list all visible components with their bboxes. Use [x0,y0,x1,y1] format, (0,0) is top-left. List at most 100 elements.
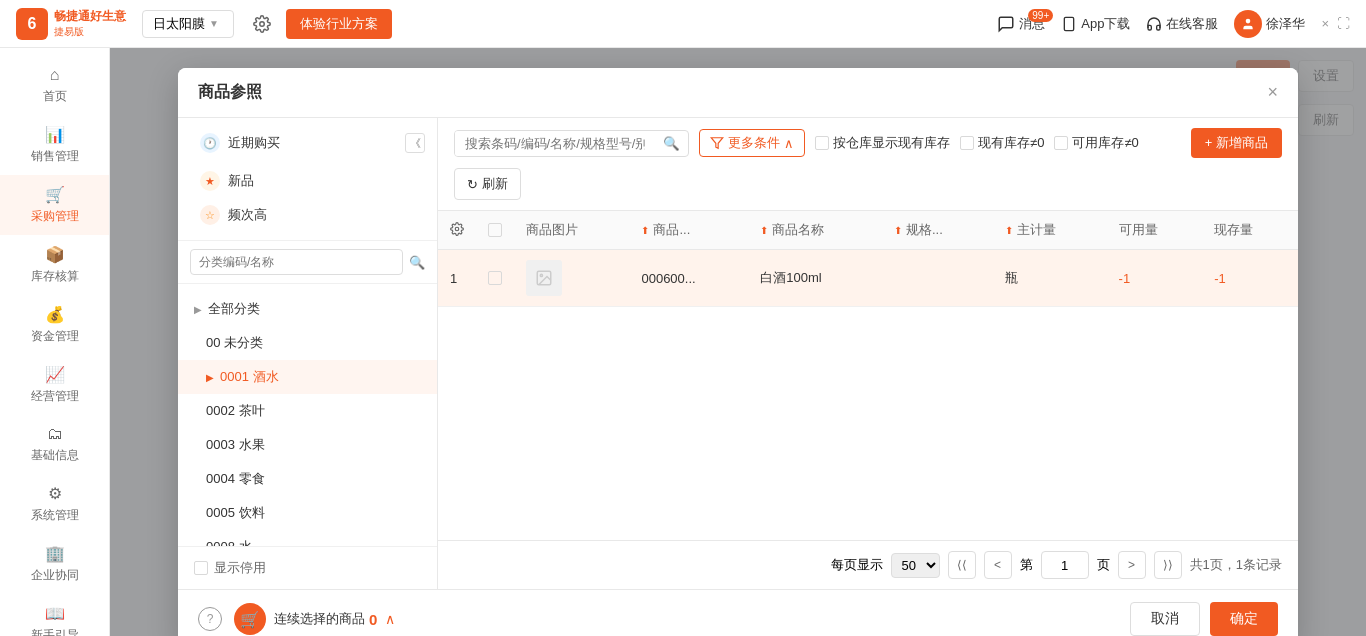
sidebar-item-basic[interactable]: 🗂 基础信息 [0,415,109,474]
product-search-btn[interactable]: 🔍 [655,131,688,156]
category-search-icon[interactable]: 🔍 [409,255,425,270]
th-settings[interactable] [438,211,476,250]
sidebar-item-guide[interactable]: 📖 新手引导 [0,594,109,636]
th-code-sortable[interactable]: ⬆ 商品... [641,221,736,239]
last-page-btn[interactable]: ⟩⟩ [1154,551,1182,579]
checkbox-avail-ne0-label[interactable]: 可用库存≠0 [1054,134,1138,152]
help-icon[interactable]: ? [198,607,222,631]
store-selector[interactable]: 日太阳膜 ▼ [142,10,234,38]
logo-text-area: 畅捷通好生意 捷易版 [54,8,126,39]
home-icon: ⌂ [50,66,60,84]
quick-label-frequent: 频次高 [228,206,267,224]
th-unit-sortable[interactable]: ⬆ 主计量 [1005,221,1095,239]
category-tree: ▶ 全部分类 00 未分类 ▶ 0001 酒水 0002 茶叶 [178,284,437,546]
frequent-icon: ☆ [200,205,220,225]
app-download-btn[interactable]: App下载 [1061,15,1130,33]
finance-icon: 💰 [45,305,65,324]
td-image [514,250,629,307]
cat-arrow-all: ▶ [194,304,202,315]
page-suffix: 页 [1097,556,1110,574]
select-all-checkbox[interactable] [488,223,502,237]
td-code: 000600... [629,250,748,307]
product-search-input[interactable] [455,131,655,156]
quick-label-recent: 近期购买 [228,134,280,152]
sidebar-item-enterprise[interactable]: 🏢 企业协同 [0,534,109,594]
cat-item-all[interactable]: ▶ 全部分类 [178,292,437,326]
pagination: 每页显示 50 ⟨⟨ < 第 页 > ⟩⟩ 共1页，1条记录 [438,540,1298,589]
th-name-sortable[interactable]: ⬆ 商品名称 [760,221,870,239]
logo-area: 6 畅捷通好生意 捷易版 [16,8,126,40]
td-name: 白酒100ml [748,250,882,307]
cat-item-water[interactable]: 0008 水 [178,530,437,546]
row-stock: -1 [1214,271,1226,286]
nav-right: 消息 99+ App下载 在线客服 徐泽华 × ⛶ [997,10,1350,38]
sidebar-item-inventory[interactable]: 📦 库存核算 [0,235,109,295]
table-row[interactable]: 1 [438,250,1298,307]
sidebar-item-sales[interactable]: 📊 销售管理 [0,115,109,175]
category-collapse-btn[interactable]: 《 [405,133,425,153]
checkbox-stock-ne0[interactable] [960,136,974,150]
add-product-btn[interactable]: + 新增商品 [1191,128,1282,158]
collapse-cart-btn[interactable]: ∧ [385,611,395,627]
refresh-btn[interactable]: ↻ 刷新 [454,168,521,200]
sidebar-item-home[interactable]: ⌂ 首页 [0,56,109,115]
sidebar-item-purchase[interactable]: 🛒 采购管理 [0,175,109,235]
sidebar-item-operations[interactable]: 📈 经营管理 [0,355,109,415]
logo-sub: 捷易版 [54,25,126,39]
user-area[interactable]: 徐泽华 [1234,10,1305,38]
cat-item-snack[interactable]: 0004 零食 [178,462,437,496]
cancel-btn[interactable]: 取消 [1130,602,1200,636]
help-label: ? [207,612,214,626]
message-btn[interactable]: 消息 99+ [997,15,1045,33]
footer-buttons: 取消 确定 [1130,602,1278,636]
cat-item-tea[interactable]: 0002 茶叶 [178,394,437,428]
page-input[interactable] [1041,551,1089,579]
app-download-label: App下载 [1081,15,1130,33]
th-unit: ⬆ 主计量 [993,211,1107,250]
cart-icon[interactable]: 🛒 [234,603,266,635]
cat-label-fruit: 0003 水果 [206,436,265,454]
checkbox-stock-ne0-label[interactable]: 现有库存≠0 [960,134,1044,152]
cat-item-liquor[interactable]: ▶ 0001 酒水 [178,360,437,394]
product-search-bar: 🔍 [454,130,689,157]
confirm-btn[interactable]: 确定 [1210,602,1278,636]
product-table-container: 商品图片 ⬆ 商品... [438,211,1298,540]
checkbox-warehouse-label[interactable]: 按仓库显示现有库存 [815,134,950,152]
close-window-icon[interactable]: × [1321,16,1329,31]
cat-label-water: 0008 水 [206,538,252,546]
th-available-label: 可用量 [1119,222,1158,237]
next-page-btn[interactable]: > [1118,551,1146,579]
row-unit: 瓶 [1005,270,1018,285]
cat-item-beverage[interactable]: 0005 饮料 [178,496,437,530]
td-unit: 瓶 [993,250,1107,307]
category-search-input[interactable] [190,249,403,275]
first-page-btn[interactable]: ⟨⟨ [948,551,976,579]
cat-arrow-liquor: ▶ [206,372,214,383]
th-available: 可用量 [1107,211,1203,250]
quick-item-new[interactable]: ★ 新品 [190,164,425,198]
th-spec-sortable[interactable]: ⬆ 规格... [894,221,981,239]
filter-btn[interactable]: 更多条件 ∧ [699,129,805,157]
sidebar-label-purchase: 采购管理 [31,208,79,225]
cat-item-uncategorized[interactable]: 00 未分类 [178,326,437,360]
svg-point-5 [455,227,459,231]
prev-page-btn[interactable]: < [984,551,1012,579]
row-checkbox[interactable] [488,271,502,285]
trial-btn[interactable]: 体验行业方案 [286,9,392,39]
cat-item-fruit[interactable]: 0003 水果 [178,428,437,462]
quick-item-recent[interactable]: 🕐 近期购买 [190,126,290,160]
show-disabled-checkbox[interactable] [194,561,208,575]
checkbox-avail-ne0[interactable] [1054,136,1068,150]
new-icon: ★ [200,171,220,191]
sidebar-item-system[interactable]: ⚙ 系统管理 [0,474,109,534]
online-service-btn[interactable]: 在线客服 [1146,15,1218,33]
modal-close-btn[interactable]: × [1267,82,1278,103]
settings-icon-btn[interactable] [246,8,278,40]
th-image-sortable: 商品图片 [526,221,617,239]
per-page-select[interactable]: 50 [891,553,940,578]
checkbox-warehouse[interactable] [815,136,829,150]
quick-item-frequent[interactable]: ☆ 频次高 [190,198,425,232]
sidebar-item-finance[interactable]: 💰 资金管理 [0,295,109,355]
row-code: 000600... [641,271,695,286]
expand-window-icon[interactable]: ⛶ [1337,16,1350,31]
